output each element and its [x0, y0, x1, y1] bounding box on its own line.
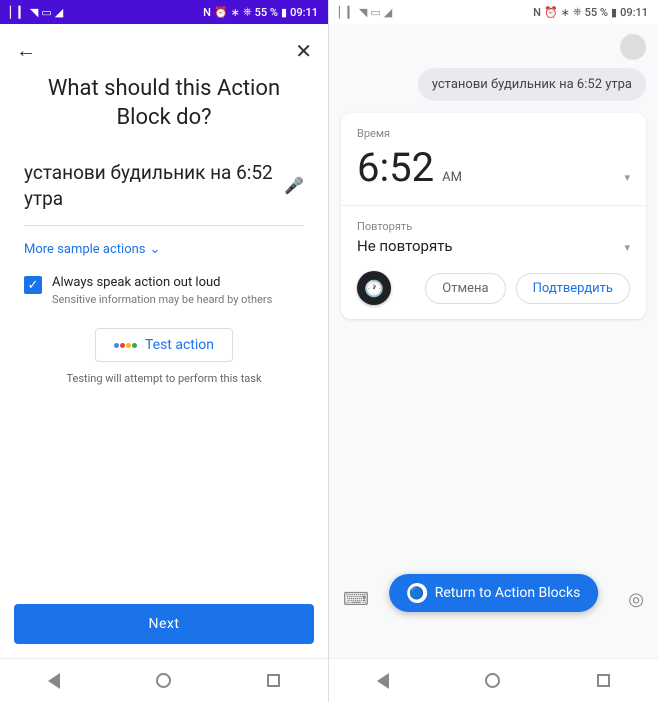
close-button[interactable]: ✕ [288, 39, 312, 63]
sample-actions-link[interactable]: More sample actions ⌄ [0, 232, 328, 267]
battery-text: 55 % [585, 6, 608, 19]
battery-icon: ▮ [611, 6, 617, 19]
nav-recent[interactable] [597, 674, 610, 687]
test-note: Testing will attempt to perform this tas… [0, 368, 328, 389]
bluetooth-icon: ∗ [561, 6, 570, 19]
time-value: 6:52 [357, 144, 434, 191]
alarm-card: Время 6:52 AM ▾ Повторять Не повторять ▾… [341, 113, 646, 319]
bluetooth-icon: ∗ [231, 6, 240, 19]
chevron-down-icon: ⌄ [150, 242, 161, 257]
chevron-down-icon: ▾ [624, 171, 630, 184]
nfc-icon: N [203, 6, 211, 19]
keyboard-icon[interactable]: ⌨ [343, 589, 369, 610]
mic-icon[interactable]: 🎤 [276, 176, 304, 195]
battery-text: 55 % [255, 6, 278, 19]
wifi-icon: ◥ [30, 6, 38, 19]
next-button[interactable]: Next [14, 604, 314, 644]
nav-back[interactable] [377, 673, 389, 689]
query-chip: установи будильник на 6:52 утра [418, 68, 646, 101]
battery-icon: ▮ [281, 6, 287, 19]
status-bar: ▏▎ ◥ ▭ ◢ N ⏰ ∗ ⎈ 55 % ▮ 09:11 [0, 0, 328, 24]
time-picker[interactable]: 6:52 AM ▾ [357, 144, 630, 191]
test-action-button[interactable]: Test action [95, 328, 233, 362]
sample-link-label: More sample actions [24, 242, 146, 257]
cancel-label: Отмена [442, 281, 488, 296]
action-blocks-icon: 🔵 [407, 583, 427, 603]
volte-icon: ▭ [370, 6, 380, 19]
return-button[interactable]: 🔵 Return to Action Blocks [389, 574, 599, 612]
assistant-icon [114, 343, 137, 348]
clock-app-button[interactable]: 🕐 [357, 271, 391, 305]
next-label: Next [149, 616, 180, 632]
signal-icon: ▏▎ [339, 6, 356, 19]
alarm-icon: ⏰ [214, 6, 228, 19]
speak-sublabel: Sensitive information may be heard by ot… [52, 293, 272, 306]
volte-icon: ▭ [41, 6, 51, 19]
alarm-icon: ⏰ [544, 6, 558, 19]
avatar[interactable] [620, 34, 646, 60]
repeat-picker[interactable]: Не повторять ▾ [357, 237, 630, 259]
ampm-value: AM [442, 170, 462, 185]
nav-back[interactable] [48, 673, 60, 689]
signal-icon: ▏▎ [10, 6, 27, 19]
speak-label: Always speak action out loud [52, 275, 272, 290]
location-icon: ⎈ [573, 5, 582, 19]
card-divider [341, 205, 646, 206]
explore-icon[interactable]: ◎ [628, 589, 644, 610]
nav-bar [0, 658, 328, 702]
telegram-icon: ◢ [384, 6, 392, 19]
clock-icon: 🕐 [364, 279, 384, 298]
nav-home[interactable] [485, 673, 500, 688]
chevron-down-icon: ▾ [624, 241, 630, 254]
time-label: Время [357, 127, 630, 140]
nfc-icon: N [533, 6, 541, 19]
action-input[interactable]: установи будильник на 6:52 утра [24, 160, 276, 211]
confirm-label: Подтвердить [533, 281, 613, 296]
telegram-icon: ◢ [55, 6, 63, 19]
repeat-value: Не повторять [357, 237, 453, 259]
back-button[interactable]: ← [16, 38, 40, 63]
nav-home[interactable] [156, 673, 171, 688]
clock-text: 09:11 [620, 6, 648, 19]
test-btn-label: Test action [145, 337, 214, 353]
status-bar: ▏▎ ◥ ▭ ◢ N ⏰ ∗ ⎈ 55 % ▮ 09:11 [329, 0, 658, 24]
return-label: Return to Action Blocks [435, 585, 581, 601]
location-icon: ⎈ [243, 5, 252, 19]
nav-bar [329, 658, 658, 702]
confirm-button[interactable]: Подтвердить [516, 273, 630, 304]
repeat-label: Повторять [357, 220, 630, 233]
page-title: What should this Action Block do? [0, 71, 328, 152]
clock-text: 09:11 [290, 6, 318, 19]
wifi-icon: ◥ [359, 6, 367, 19]
nav-recent[interactable] [267, 674, 280, 687]
input-divider [24, 225, 304, 226]
speak-checkbox[interactable]: ✓ [24, 276, 42, 294]
cancel-button[interactable]: Отмена [425, 273, 505, 304]
